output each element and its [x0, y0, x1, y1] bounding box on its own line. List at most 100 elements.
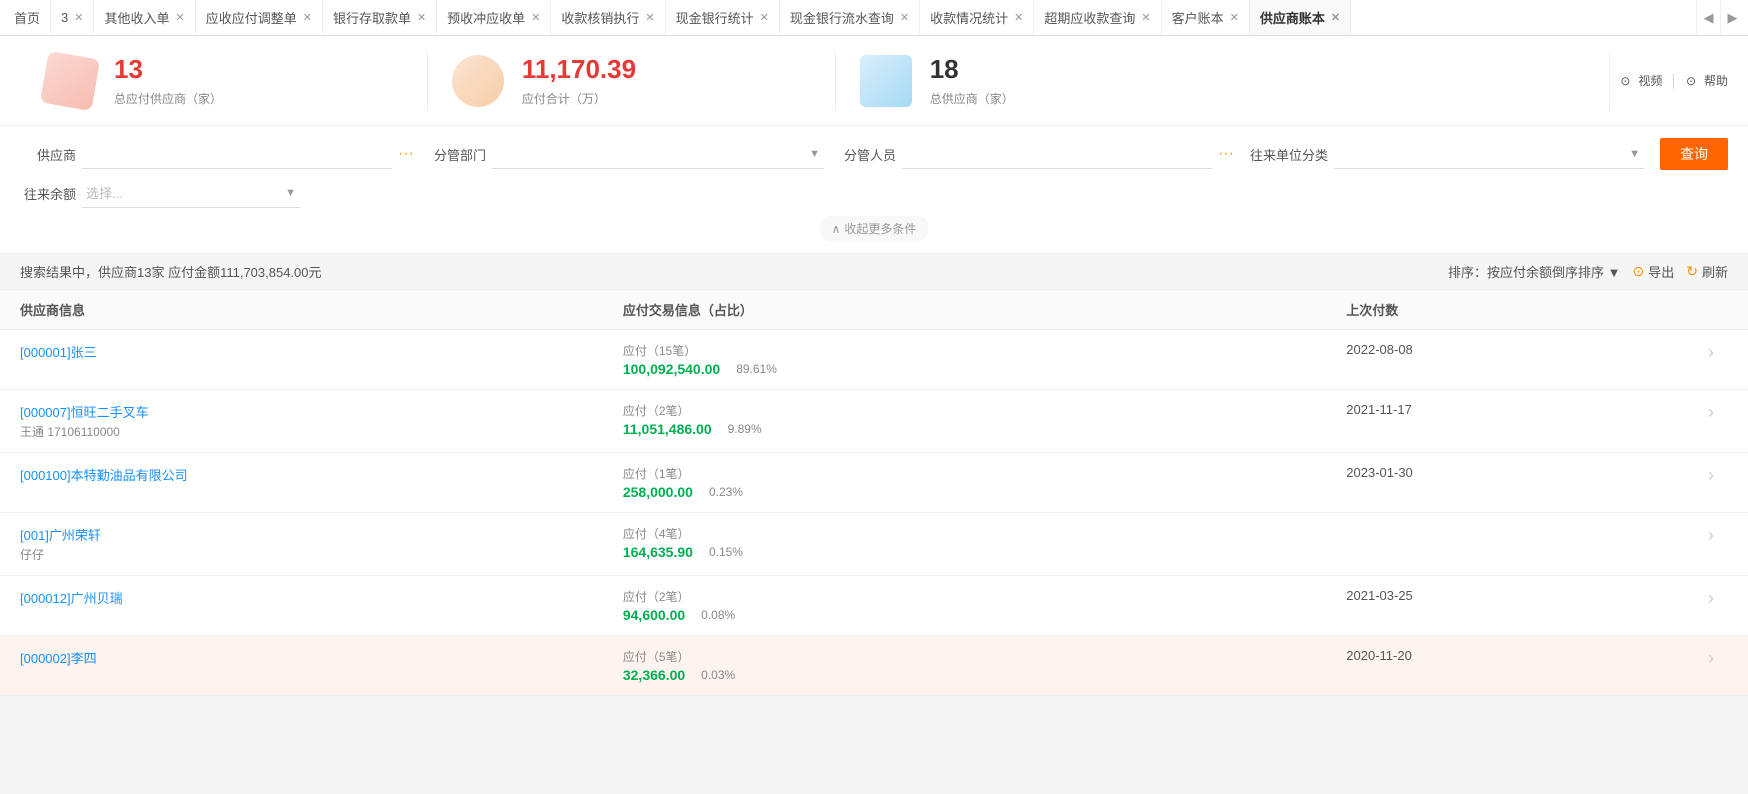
supplier-name-link[interactable]: [000007]恒旺二手叉车 [20, 405, 149, 420]
tab-3[interactable]: 3 ✕ [51, 0, 94, 36]
nav-prev-button[interactable]: ◀ [1696, 0, 1720, 36]
supplier-table: 供应商信息 应付交易信息（占比） 上次付数 [000001]张三 应付（15笔）… [0, 290, 1748, 696]
supplier-name-link[interactable]: [000001]张三 [20, 345, 97, 360]
close-icon[interactable]: ✕ [645, 11, 654, 24]
tab-bank-deposit[interactable]: 银行存取款单 ✕ [323, 0, 437, 36]
close-icon[interactable]: ✕ [900, 11, 909, 24]
balance-filter-label: 往来余额 [20, 184, 76, 203]
help-icon: ⊙ [1686, 74, 1696, 88]
close-icon[interactable]: ✕ [1141, 11, 1150, 24]
supplier-name-link[interactable]: [000100]本特勤油品有限公司 [20, 468, 188, 483]
trans-count-label: 应付（15笔） [623, 342, 1346, 359]
lastpay-cell: 2023-01-30 [1346, 465, 1708, 480]
query-button[interactable]: 查询 [1660, 138, 1728, 170]
supplier-name-link[interactable]: [000002]李四 [20, 651, 97, 666]
trans-amount-link[interactable]: 94,600.00 [623, 607, 685, 623]
header-transaction: 应付交易信息（占比） [623, 300, 1346, 319]
close-icon[interactable]: ✕ [303, 11, 312, 24]
row-more-icon[interactable]: › [1708, 342, 1728, 363]
supplier-name-link[interactable]: [000012]广州贝瑞 [20, 591, 123, 606]
stat-icon-diamond [40, 51, 100, 111]
supplier-more-icon[interactable]: ··· [398, 145, 414, 163]
export-button[interactable]: ⊙ 导出 [1633, 262, 1675, 281]
tab-home[interactable]: 首页 [4, 0, 51, 36]
close-icon[interactable]: ✕ [760, 11, 769, 24]
lastpay-date: 2022-08-08 [1346, 342, 1413, 357]
close-icon[interactable]: ✕ [531, 11, 540, 24]
close-icon[interactable]: ✕ [74, 11, 83, 24]
nav-next-button[interactable]: ▶ [1720, 0, 1744, 36]
tab-ar-ap-adjust[interactable]: 应收应付调整单 ✕ [196, 0, 323, 36]
transaction-cell: 应付（2笔） 94,600.00 0.08% [623, 588, 1346, 623]
trans-percent: 9.89% [728, 422, 762, 436]
tab-other-income[interactable]: 其他收入单 ✕ [94, 0, 195, 36]
refresh-button[interactable]: ↻ 刷新 [1686, 262, 1728, 281]
supplier-input[interactable] [82, 139, 392, 169]
tab-cash-bank-stat[interactable]: 现金银行统计 ✕ [666, 0, 780, 36]
table-row: [000001]张三 应付（15笔） 100,092,540.00 89.61%… [0, 330, 1748, 390]
tab-collection-verify[interactable]: 收款核销执行 ✕ [551, 0, 665, 36]
trans-amount-link[interactable]: 164,635.90 [623, 544, 693, 560]
stat-total-ap-amount: 11,170.39 应付合计（万） [428, 51, 836, 111]
row-more-icon[interactable]: › [1708, 465, 1728, 486]
person-more-icon[interactable]: ··· [1218, 145, 1234, 163]
trans-amount-link[interactable]: 258,000.00 [623, 484, 693, 500]
row-more-icon[interactable]: › [1708, 588, 1728, 609]
tab-overdue-ar[interactable]: 超期应收款查询 ✕ [1034, 0, 1161, 36]
lastpay-date: 2021-11-17 [1346, 402, 1412, 417]
dept-select-arrow: ▼ [809, 148, 820, 160]
stats-bar: 13 总应付供应商（家） 11,170.39 应付合计（万） 18 总供应商（家… [0, 36, 1748, 126]
supplier-info-cell: [000007]恒旺二手叉车 王通 17106110000 [20, 402, 623, 440]
video-link[interactable]: 视频 [1638, 72, 1662, 89]
filter-supplier: 供应商 ··· [20, 139, 414, 169]
filter-dept: 分管部门 ▼ [430, 139, 824, 169]
row-more-icon[interactable]: › [1708, 402, 1728, 423]
collapse-up-icon: ∧ [832, 222, 841, 236]
supplier-sub-info: 仔仔 [20, 546, 623, 563]
supplier-info-cell: [000012]广州贝瑞 [20, 588, 623, 607]
transaction-cell: 应付（1笔） 258,000.00 0.23% [623, 465, 1346, 500]
collapse-button[interactable]: ∧ 收起更多条件 [820, 216, 929, 241]
close-icon[interactable]: ✕ [1230, 11, 1239, 24]
trans-count-label: 应付（4笔） [623, 525, 1346, 542]
stat-ap-amount-label: 应付合计（万） [522, 90, 636, 107]
row-more-icon[interactable]: › [1708, 525, 1728, 546]
category-select[interactable]: ▼ [1334, 139, 1644, 169]
category-filter-label: 往来单位分类 [1250, 145, 1328, 164]
trans-amount-link[interactable]: 32,366.00 [623, 667, 685, 683]
tab-supplier-ledger[interactable]: 供应商账本 ✕ [1250, 0, 1351, 36]
stat-icon-coin [448, 51, 508, 111]
lastpay-date: 2021-03-25 [1346, 588, 1413, 603]
transaction-cell: 应付（4笔） 164,635.90 0.15% [623, 525, 1346, 560]
person-input[interactable] [902, 139, 1212, 169]
trans-count-label: 应付（2笔） [623, 402, 1346, 419]
filter-balance: 往来余额 选择... ▼ [20, 178, 300, 208]
help-link[interactable]: 帮助 [1704, 72, 1728, 89]
close-icon[interactable]: ✕ [175, 11, 184, 24]
dept-select[interactable]: ▼ [492, 139, 824, 169]
transaction-cell: 应付（5笔） 32,366.00 0.03% [623, 648, 1346, 683]
category-select-arrow: ▼ [1629, 148, 1640, 160]
tab-collection-stat[interactable]: 收款情况统计 ✕ [920, 0, 1034, 36]
row-more-icon[interactable]: › [1708, 648, 1728, 669]
sort-select[interactable]: 排序：按应付余额倒序排序 ▼ [1448, 262, 1621, 281]
trans-amount-link[interactable]: 100,092,540.00 [623, 361, 720, 377]
tab-customer-ledger[interactable]: 客户账本 ✕ [1162, 0, 1250, 36]
close-icon[interactable]: ✕ [417, 11, 426, 24]
trans-percent: 89.61% [736, 362, 777, 376]
stat-total-supplier-label: 总供应商（家） [930, 90, 1014, 107]
supplier-name-link[interactable]: [001]广州荣轩 [20, 528, 101, 543]
lastpay-date: 2023-01-30 [1346, 465, 1413, 480]
balance-select[interactable]: 选择... ▼ [82, 178, 300, 208]
close-icon[interactable]: ✕ [1014, 11, 1023, 24]
person-filter-label: 分管人员 [840, 145, 896, 164]
supplier-info-cell: [001]广州荣轩 仔仔 [20, 525, 623, 563]
trans-amount-link[interactable]: 11,051,486.00 [623, 421, 712, 437]
header-more [1708, 300, 1728, 319]
tab-cash-bank-flow[interactable]: 现金银行流水查询 ✕ [780, 0, 920, 36]
close-icon[interactable]: ✕ [1331, 11, 1340, 24]
sort-arrow-icon: ▼ [1608, 265, 1621, 280]
lastpay-cell: 2022-08-08 [1346, 342, 1708, 357]
tab-prepay-offset[interactable]: 预收冲应收单 ✕ [437, 0, 551, 36]
table-row: [000012]广州贝瑞 应付（2笔） 94,600.00 0.08% 2021… [0, 576, 1748, 636]
